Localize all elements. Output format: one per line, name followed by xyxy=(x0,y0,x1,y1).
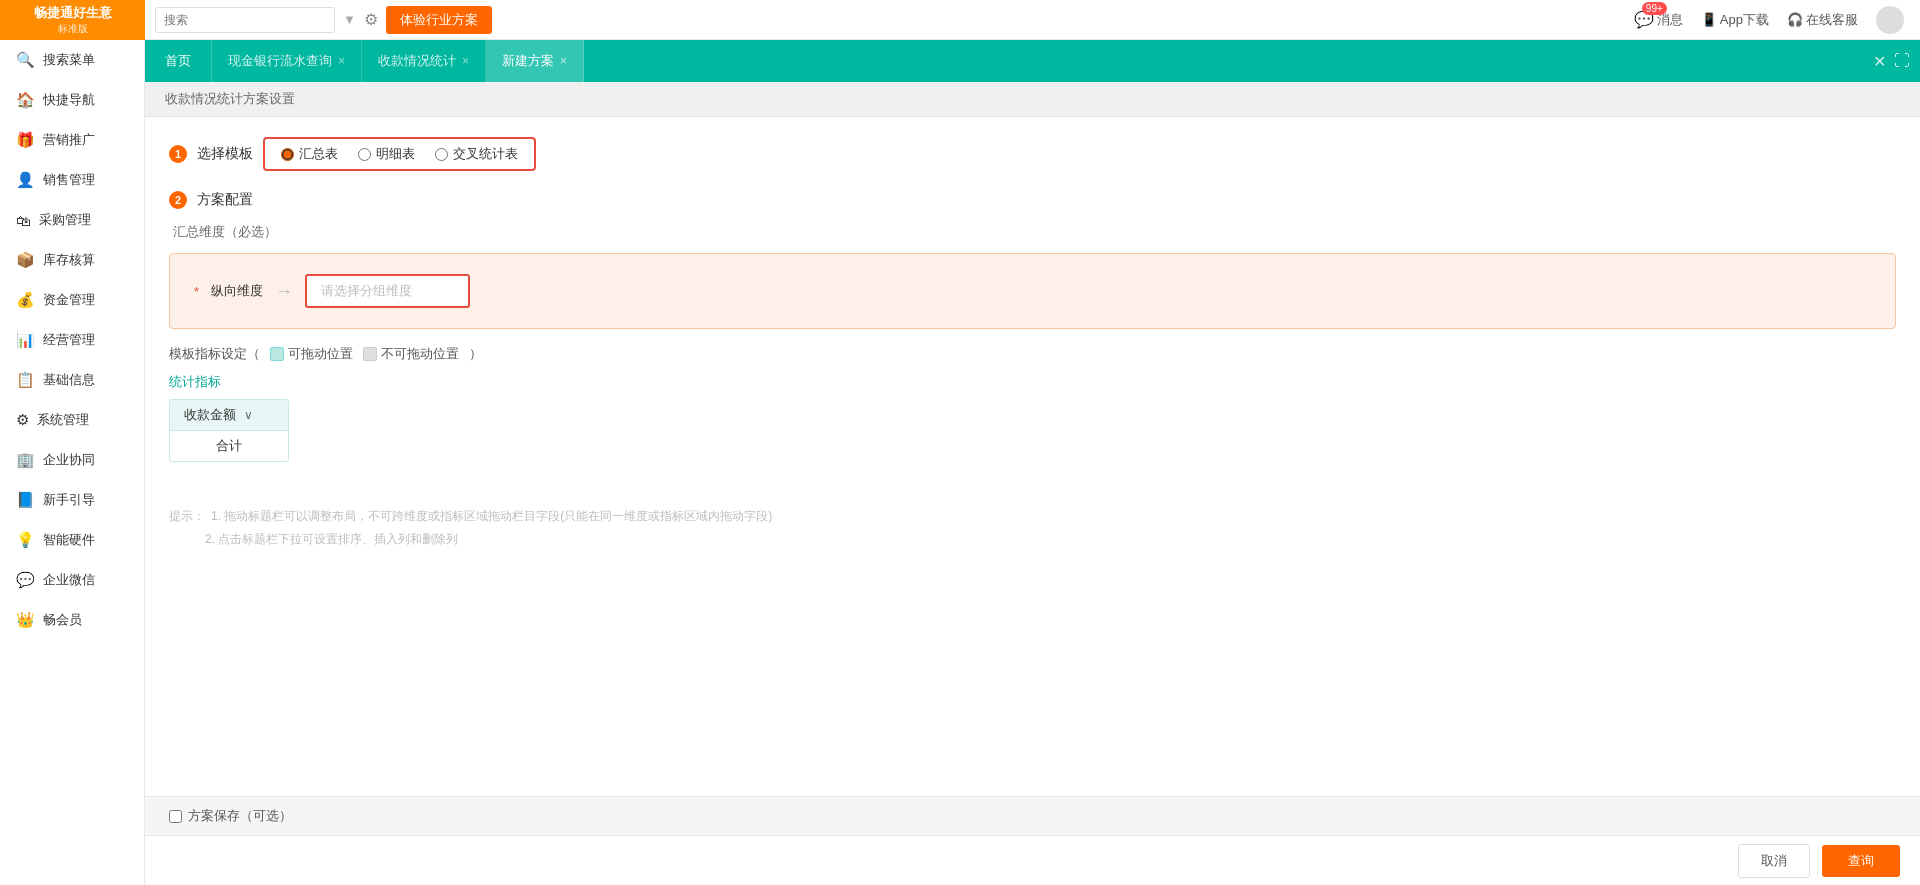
page-title: 收款情况统计方案设置 xyxy=(165,91,295,106)
app-name: 畅捷通好生意 xyxy=(34,4,112,22)
vertical-dim-label: 纵向维度 xyxy=(211,282,263,300)
sales-icon: 👤 xyxy=(16,171,35,189)
operation-icon: 📊 xyxy=(16,331,35,349)
metric-table: 收款金额 ∨ 合计 xyxy=(169,399,289,462)
app-logo: 畅捷通好生意 标准版 xyxy=(0,0,145,40)
page-content: 收款情况统计方案设置 1 选择模板 汇总表 xyxy=(145,82,1920,835)
cancel-button[interactable]: 取消 xyxy=(1738,844,1810,878)
inventory-icon: 📦 xyxy=(16,251,35,269)
quick-nav-icon: 🏠 xyxy=(16,91,35,109)
sidebar-item-basic-info[interactable]: 📋 基础信息 xyxy=(0,360,144,400)
basic-info-icon: 📋 xyxy=(16,371,35,389)
tab-home[interactable]: 首页 xyxy=(145,40,212,82)
sidebar-item-operation[interactable]: 📊 经营管理 xyxy=(0,320,144,360)
search-menu-icon: 🔍 xyxy=(16,51,35,69)
marketing-icon: 🎁 xyxy=(16,131,35,149)
finance-icon: 💰 xyxy=(16,291,35,309)
sidebar: 🔍 搜索菜单 🏠 快捷导航 🎁 营销推广 👤 销售管理 🛍 采购管理 📦 库存核… xyxy=(0,40,145,885)
sidebar-item-finance[interactable]: 💰 资金管理 xyxy=(0,280,144,320)
tab-maximize-icon[interactable]: ⛶ xyxy=(1894,52,1910,70)
query-button[interactable]: 查询 xyxy=(1822,845,1900,877)
tab-bank-flow[interactable]: 现金银行流水查询 × xyxy=(212,40,362,82)
radio-cross[interactable]: 交叉统计表 xyxy=(435,145,518,163)
movable-tag: 可拖动位置 xyxy=(270,345,353,363)
settings-icon[interactable]: ⚙ xyxy=(364,10,378,29)
section1-num: 1 xyxy=(169,145,187,163)
radio-detail[interactable]: 明细表 xyxy=(358,145,415,163)
system-icon: ⚙ xyxy=(16,411,29,429)
tab-collection-stat[interactable]: 收款情况统计 × xyxy=(362,40,486,82)
metrics-section-label: 统计指标 xyxy=(169,373,1896,391)
download-label: App下载 xyxy=(1720,11,1769,29)
sidebar-item-marketing[interactable]: 🎁 营销推广 xyxy=(0,120,144,160)
tab-new-plan-close[interactable]: × xyxy=(560,54,567,68)
sidebar-item-sales[interactable]: 👤 销售管理 xyxy=(0,160,144,200)
metrics-config-label: 模板指标设定（ xyxy=(169,345,260,363)
purchase-icon: 🛍 xyxy=(16,212,31,229)
metric-header-row[interactable]: 收款金额 ∨ xyxy=(170,400,288,431)
sidebar-item-smart-hw[interactable]: 💡 智能硬件 xyxy=(0,520,144,560)
download-btn[interactable]: 📱 App下载 xyxy=(1701,11,1769,29)
fixed-tag: 不可拖动位置 xyxy=(363,345,459,363)
support-btn[interactable]: 🎧 在线客服 xyxy=(1787,11,1858,29)
trial-btn[interactable]: 体验行业方案 xyxy=(386,6,492,34)
section2-num: 2 xyxy=(169,191,187,209)
required-star: * xyxy=(194,284,199,299)
tab-collection-stat-close[interactable]: × xyxy=(462,54,469,68)
metric-col-header: 收款金额 xyxy=(184,406,236,424)
dimension-area: * 纵向维度 → 请选择分组维度 xyxy=(169,253,1896,329)
guide-icon: 📘 xyxy=(16,491,35,509)
message-badge: 99+ xyxy=(1642,2,1667,15)
summary-dim-label: 汇总维度（必选） xyxy=(173,223,1896,241)
tab-bank-flow-close[interactable]: × xyxy=(338,54,345,68)
section2-label: 方案配置 xyxy=(197,191,253,209)
tab-bar: 首页 现金银行流水查询 × 收款情况统计 × 新建方案 × ✕ ⛶ xyxy=(145,40,1920,82)
metric-expand-icon[interactable]: ∨ xyxy=(244,408,253,422)
sidebar-item-member[interactable]: 👑 畅会员 xyxy=(0,600,144,640)
footer-bar: 方案保存（可选） xyxy=(145,796,1920,835)
support-icon: 🎧 xyxy=(1787,12,1803,27)
section1-label: 选择模板 xyxy=(197,145,253,163)
smart-hw-icon: 💡 xyxy=(16,531,35,549)
user-avatar[interactable] xyxy=(1876,6,1904,34)
sidebar-item-wechat[interactable]: 💬 企业微信 xyxy=(0,560,144,600)
dim-select-btn[interactable]: 请选择分组维度 xyxy=(305,274,470,308)
wechat-icon: 💬 xyxy=(16,571,35,589)
bottom-action-bar: 取消 查询 xyxy=(145,835,1920,885)
app-edition: 标准版 xyxy=(58,22,88,36)
search-dropdown-icon[interactable]: ▼ xyxy=(343,12,356,27)
save-label: 方案保存（可选） xyxy=(188,807,292,825)
section-config: 2 方案配置 汇总维度（必选） * 纵向维度 → 请选择分组维度 xyxy=(169,191,1896,551)
sidebar-item-system[interactable]: ⚙ 系统管理 xyxy=(0,400,144,440)
tip-line-2: 2. 点击标题栏下拉可设置排序、插入列和删除列 xyxy=(169,528,1896,551)
message-btn[interactable]: 💬 消息 99+ xyxy=(1634,10,1683,29)
section-template: 1 选择模板 汇总表 明细表 xyxy=(169,137,1896,171)
member-icon: 👑 xyxy=(16,611,35,629)
tab-close-all-icon[interactable]: ✕ xyxy=(1873,52,1886,71)
tips-area: 提示： 1. 拖动标题栏可以调整布局，不可跨维度或指标区域拖动栏目字段(只能在同… xyxy=(169,505,1896,551)
sidebar-item-purchase[interactable]: 🛍 采购管理 xyxy=(0,200,144,240)
save-option-checkbox[interactable]: 方案保存（可选） xyxy=(169,807,1896,825)
page-header: 收款情况统计方案设置 xyxy=(145,82,1920,117)
sidebar-item-quick-nav[interactable]: 🏠 快捷导航 xyxy=(0,80,144,120)
sidebar-item-search-menu[interactable]: 🔍 搜索菜单 xyxy=(0,40,144,80)
download-icon: 📱 xyxy=(1701,12,1717,27)
enterprise-icon: 🏢 xyxy=(16,451,35,469)
metrics-config-section: 模板指标设定（ 可拖动位置 不可拖动位置 ） xyxy=(169,345,1896,465)
top-search-input[interactable] xyxy=(155,7,335,33)
tab-new-plan[interactable]: 新建方案 × xyxy=(486,40,584,82)
arrow-icon: → xyxy=(275,281,293,302)
template-radio-group: 汇总表 明细表 交叉统计表 xyxy=(263,137,536,171)
metric-cell-total: 合计 xyxy=(170,431,288,461)
sidebar-item-enterprise[interactable]: 🏢 企业协同 xyxy=(0,440,144,480)
form-area: 1 选择模板 汇总表 明细表 xyxy=(145,117,1920,796)
radio-summary[interactable]: 汇总表 xyxy=(281,145,338,163)
save-checkbox[interactable] xyxy=(169,810,182,823)
sidebar-item-guide[interactable]: 📘 新手引导 xyxy=(0,480,144,520)
support-label: 在线客服 xyxy=(1806,11,1858,29)
sidebar-item-inventory[interactable]: 📦 库存核算 xyxy=(0,240,144,280)
tip-line-1: 提示： 1. 拖动标题栏可以调整布局，不可跨维度或指标区域拖动栏目字段(只能在同… xyxy=(169,505,1896,528)
